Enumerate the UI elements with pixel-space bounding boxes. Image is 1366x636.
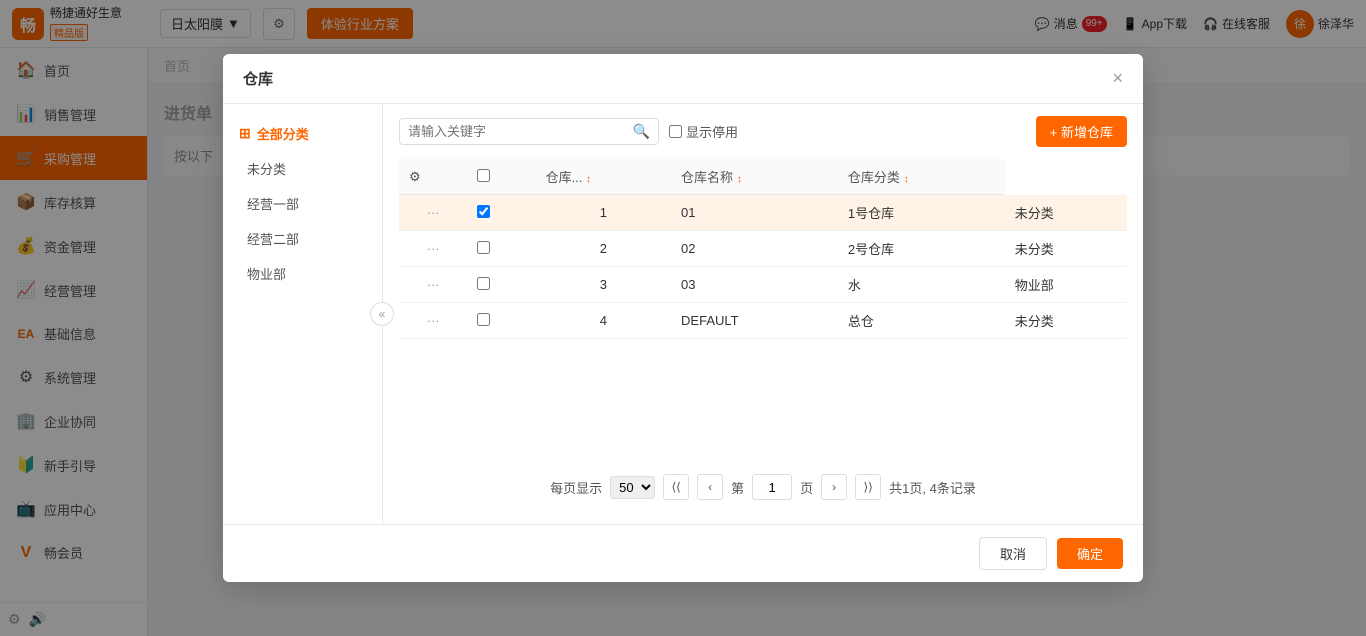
new-warehouse-btn[interactable]: + 新增仓库 (1036, 116, 1127, 147)
search-box[interactable]: 🔍 (399, 118, 659, 145)
row-code: 02 (671, 231, 838, 267)
dialog-body: ⊞ 全部分类 未分类 经营一部 经营二部 物业部 « 🔍 (223, 104, 1143, 524)
category-item-uncategorized[interactable]: 未分类 (223, 151, 382, 186)
row-num: 3 (536, 267, 671, 303)
table-row[interactable]: ··· 2 02 2号仓库 未分类 (399, 231, 1127, 267)
grid-icon: ⊞ (239, 125, 251, 142)
row-category: 未分类 (1005, 231, 1127, 267)
row-checkbox[interactable] (467, 303, 535, 339)
category-item-property[interactable]: 物业部 (223, 256, 382, 291)
row-name: 水 (838, 267, 1005, 303)
row-code: 01 (671, 195, 838, 231)
warehouse-table: ⚙ 仓库... ↕ 仓库名称 ↕ 仓库分类 (399, 159, 1127, 339)
search-icon[interactable]: 🔍 (633, 123, 650, 140)
row-more[interactable]: ··· (399, 231, 467, 267)
table-row[interactable]: ··· 3 03 水 物业部 (399, 267, 1127, 303)
dialog-header: 仓库 × (223, 54, 1143, 104)
row-num: 1 (536, 195, 671, 231)
table-row[interactable]: ··· 1 01 1号仓库 未分类 (399, 195, 1127, 231)
row-name: 总仓 (838, 303, 1005, 339)
total-info: 共1页, 4条记录 (889, 478, 976, 497)
warehouse-dialog: 仓库 × ⊞ 全部分类 未分类 经营一部 经营二部 物业部 « (223, 54, 1143, 582)
row-name: 2号仓库 (838, 231, 1005, 267)
row-checkbox[interactable] (467, 195, 535, 231)
table-panel: 🔍 显示停用 + 新增仓库 ⚙ 仓库. (383, 104, 1143, 524)
page-input[interactable] (752, 474, 792, 500)
row-checkbox[interactable] (467, 231, 535, 267)
row-code: 03 (671, 267, 838, 303)
row-more[interactable]: ··· (399, 267, 467, 303)
col-checkbox (467, 159, 535, 195)
row-category: 未分类 (1005, 195, 1127, 231)
category-collapse-btn[interactable]: « (370, 302, 394, 326)
row-more[interactable]: ··· (399, 195, 467, 231)
row-code: DEFAULT (671, 303, 838, 339)
dialog-close-btn[interactable]: × (1112, 68, 1123, 89)
table-row[interactable]: ··· 4 DEFAULT 总仓 未分类 (399, 303, 1127, 339)
code-sort-icon: ↕ (586, 174, 591, 185)
show-disabled-label[interactable]: 显示停用 (669, 122, 738, 141)
table-toolbar: 🔍 显示停用 + 新增仓库 (399, 116, 1127, 147)
row-checkbox[interactable] (467, 267, 535, 303)
prev-page-btn[interactable]: ‹ (697, 474, 723, 500)
cancel-btn[interactable]: 取消 (979, 537, 1047, 570)
row-name: 1号仓库 (838, 195, 1005, 231)
dialog-footer: 取消 确定 (223, 524, 1143, 582)
dialog-title: 仓库 (243, 68, 273, 89)
col-code[interactable]: 仓库... ↕ (536, 159, 671, 195)
col-settings: ⚙ (399, 159, 467, 195)
col-category[interactable]: 仓库分类 ↕ (838, 159, 1005, 195)
dialog-overlay: 仓库 × ⊞ 全部分类 未分类 经营一部 经营二部 物业部 « (0, 0, 1366, 636)
select-all-checkbox[interactable] (477, 169, 490, 182)
pagination: 每页显示 50 ⟨⟨ ‹ 第 页 › ⟩⟩ 共1页, 4条记录 (399, 462, 1127, 512)
category-sort-icon: ↕ (904, 174, 909, 185)
category-item-ops2[interactable]: 经营二部 (223, 221, 382, 256)
category-all-header[interactable]: ⊞ 全部分类 (223, 116, 382, 151)
row-more[interactable]: ··· (399, 303, 467, 339)
row-num: 2 (536, 231, 671, 267)
per-page-select[interactable]: 50 (610, 476, 655, 499)
show-disabled-checkbox[interactable] (669, 125, 682, 138)
confirm-btn[interactable]: 确定 (1057, 538, 1123, 569)
next-page-btn[interactable]: › (821, 474, 847, 500)
row-category: 未分类 (1005, 303, 1127, 339)
row-category: 物业部 (1005, 267, 1127, 303)
last-page-btn[interactable]: ⟩⟩ (855, 474, 881, 500)
col-name[interactable]: 仓库名称 ↕ (671, 159, 838, 195)
category-panel: ⊞ 全部分类 未分类 经营一部 经营二部 物业部 « (223, 104, 383, 524)
first-page-btn[interactable]: ⟨⟨ (663, 474, 689, 500)
search-input[interactable] (408, 124, 633, 139)
row-num: 4 (536, 303, 671, 339)
name-sort-icon: ↕ (737, 174, 742, 185)
category-item-ops1[interactable]: 经营一部 (223, 186, 382, 221)
